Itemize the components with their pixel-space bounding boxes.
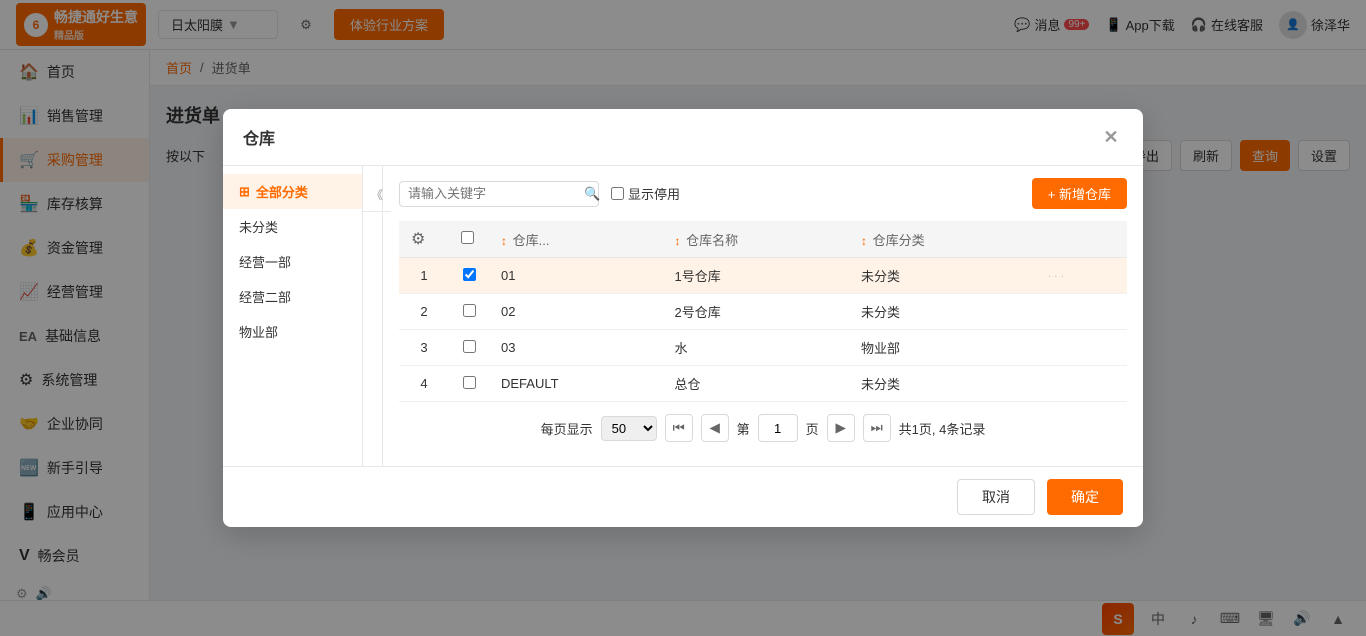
td-category: 未分类 xyxy=(849,258,1035,294)
show-disabled-checkbox[interactable] xyxy=(611,187,624,200)
category-ops2[interactable]: 经营二部 xyxy=(223,279,362,314)
page-size-select[interactable]: 50 10 20 100 xyxy=(601,416,657,441)
td-code: DEFAULT xyxy=(489,366,663,402)
td-index: 4 xyxy=(399,366,449,402)
td-code: 01 xyxy=(489,258,663,294)
td-index: 3 xyxy=(399,330,449,366)
td-name: 水 xyxy=(663,330,849,366)
row-action-dots[interactable]: ··· xyxy=(1047,268,1066,283)
table-row[interactable]: 1 01 1号仓库 未分类 ··· xyxy=(399,258,1127,294)
td-name: 2号仓库 xyxy=(663,294,849,330)
td-actions xyxy=(1035,366,1127,402)
warehouse-table: ⚙ ↕ 仓库... ↕ xyxy=(399,221,1127,402)
modal-main: 🔍 显示停用 + 新增仓库 xyxy=(383,166,1143,466)
modal-footer: 取消 确定 xyxy=(223,466,1143,527)
td-name: 1号仓库 xyxy=(663,258,849,294)
th-settings: ⚙ xyxy=(399,221,449,258)
modal-body: ⊞ 全部分类 未分类 经营一部 经营二部 物业部 《 xyxy=(223,166,1143,466)
td-actions: ··· xyxy=(1035,258,1127,294)
modal-toolbar: 🔍 显示停用 + 新增仓库 xyxy=(399,178,1127,209)
td-actions xyxy=(1035,294,1127,330)
category-property[interactable]: 物业部 xyxy=(223,314,362,349)
last-page-btn[interactable]: ⏭ xyxy=(863,414,891,442)
page-unit: 页 xyxy=(806,419,819,438)
modal-overlay: 仓库 ✕ ⊞ 全部分类 未分类 经营一部 经营二部 xyxy=(0,0,1366,636)
td-check xyxy=(449,330,489,366)
modal-close-btn[interactable]: ✕ xyxy=(1099,125,1123,149)
warehouse-modal: 仓库 ✕ ⊞ 全部分类 未分类 经营一部 经营二部 xyxy=(223,109,1143,527)
th-code: ↕ 仓库... xyxy=(489,221,663,258)
search-box: 🔍 xyxy=(399,181,599,207)
category-ops1[interactable]: 经营一部 xyxy=(223,244,362,279)
modal-header: 仓库 ✕ xyxy=(223,109,1143,166)
table-header: ⚙ ↕ 仓库... ↕ xyxy=(399,221,1127,258)
page-input[interactable] xyxy=(758,414,798,442)
td-code: 03 xyxy=(489,330,663,366)
td-category: 物业部 xyxy=(849,330,1035,366)
table-row[interactable]: 2 02 2号仓库 未分类 xyxy=(399,294,1127,330)
table-row[interactable]: 4 DEFAULT 总仓 未分类 xyxy=(399,366,1127,402)
modal-category-sidebar: ⊞ 全部分类 未分类 经营一部 经营二部 物业部 xyxy=(223,166,363,466)
table-body: 1 01 1号仓库 未分类 ··· 2 02 2号仓库 未分类 3 xyxy=(399,258,1127,402)
th-category: ↕ 仓库分类 xyxy=(849,221,1035,258)
add-warehouse-btn[interactable]: + 新增仓库 xyxy=(1032,178,1127,209)
th-actions xyxy=(1035,221,1127,258)
page-label: 第 xyxy=(737,419,750,438)
confirm-btn[interactable]: 确定 xyxy=(1047,479,1123,515)
td-category: 未分类 xyxy=(849,366,1035,402)
category-all[interactable]: ⊞ 全部分类 xyxy=(223,174,362,209)
row-checkbox[interactable] xyxy=(463,340,476,353)
sort-icon-category: ↕ xyxy=(861,234,867,248)
modal-title: 仓库 xyxy=(243,125,275,149)
td-check xyxy=(449,366,489,402)
sort-icon-code: ↕ xyxy=(501,234,507,248)
pagination: 每页显示 50 10 20 100 ⏮ ◀ 第 页 ▶ ⏭ 共1页, 4条记录 xyxy=(399,402,1127,454)
prev-page-btn[interactable]: ◀ xyxy=(701,414,729,442)
row-checkbox[interactable] xyxy=(463,268,476,281)
first-page-btn[interactable]: ⏮ xyxy=(665,414,693,442)
td-check xyxy=(449,258,489,294)
td-index: 2 xyxy=(399,294,449,330)
settings-gear-icon: ⚙ xyxy=(411,231,425,248)
td-code: 02 xyxy=(489,294,663,330)
cancel-btn[interactable]: 取消 xyxy=(957,479,1035,515)
category-unclassified[interactable]: 未分类 xyxy=(223,209,362,244)
total-info: 共1页, 4条记录 xyxy=(899,419,986,438)
td-check xyxy=(449,294,489,330)
grid-icon: ⊞ xyxy=(239,184,250,200)
warehouse-table-container: ⚙ ↕ 仓库... ↕ xyxy=(399,221,1127,402)
row-checkbox[interactable] xyxy=(463,304,476,317)
td-category: 未分类 xyxy=(849,294,1035,330)
td-name: 总仓 xyxy=(663,366,849,402)
th-check xyxy=(449,221,489,258)
search-icon: 🔍 xyxy=(584,186,600,202)
th-name: ↕ 仓库名称 xyxy=(663,221,849,258)
show-disabled-label[interactable]: 显示停用 xyxy=(611,184,680,203)
sort-icon-name: ↕ xyxy=(675,234,681,248)
td-index: 1 xyxy=(399,258,449,294)
row-checkbox[interactable] xyxy=(463,376,476,389)
search-input[interactable] xyxy=(408,186,584,201)
select-all-checkbox[interactable] xyxy=(461,231,474,244)
page-size-label: 每页显示 xyxy=(541,419,593,438)
table-row[interactable]: 3 03 水 物业部 xyxy=(399,330,1127,366)
next-page-btn[interactable]: ▶ xyxy=(827,414,855,442)
td-actions xyxy=(1035,330,1127,366)
